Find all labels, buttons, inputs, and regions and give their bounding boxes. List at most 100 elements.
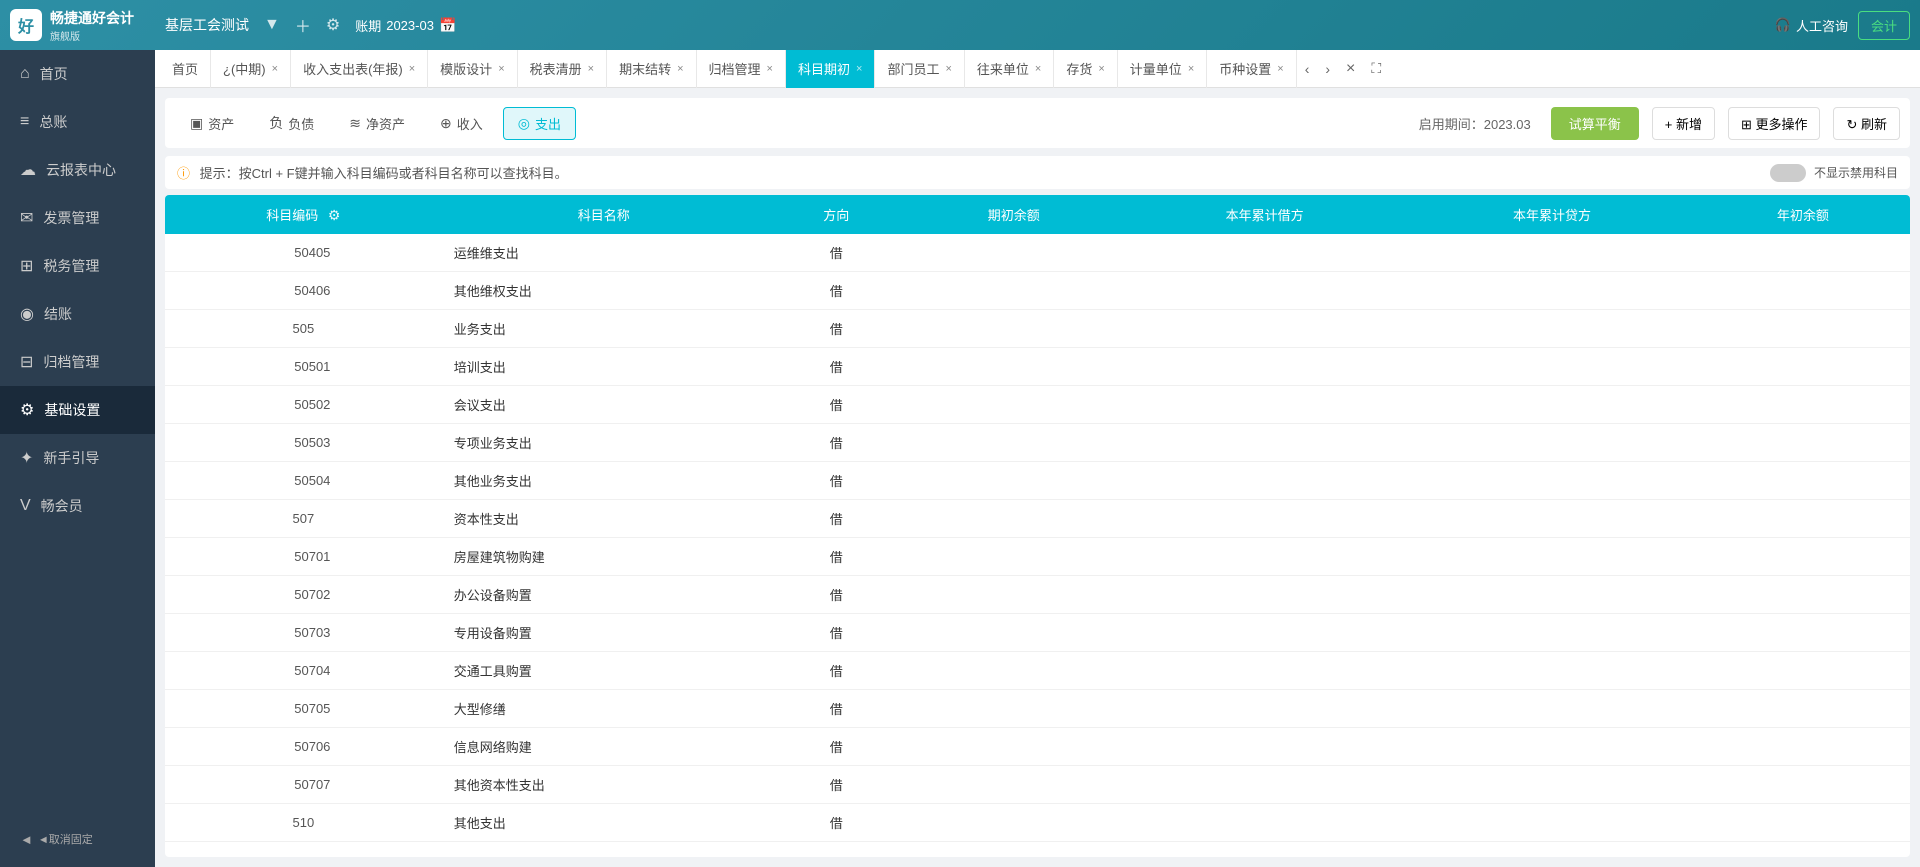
toggle-switch[interactable] <box>1770 164 1806 182</box>
tab-home-label: 首页 <box>172 59 198 78</box>
col-settings-icon[interactable]: ⚙ <box>328 207 341 223</box>
table-row[interactable]: 50502会议支出借 <box>165 386 1910 424</box>
sidebar-item-settings[interactable]: ⚙ 基础设置 <box>0 386 155 434</box>
tab-interim-close[interactable]: × <box>272 63 278 75</box>
tab-nav-next[interactable]: › <box>1317 50 1338 88</box>
settings-icon[interactable]: ⚙ <box>326 15 340 35</box>
sidebar-item-invoice[interactable]: ✉ 发票管理 <box>0 194 155 242</box>
cell-ytd-debit <box>1121 272 1408 310</box>
tab-subject-init-close[interactable]: × <box>856 63 862 75</box>
cell-direction: 借 <box>766 690 907 728</box>
sidebar: ⌂ 首页 ≡ 总账 ☁ 云报表中心 ✉ 发票管理 ⊞ 税务管理 ◉ 结账 ⊟ 归… <box>0 50 155 867</box>
logo-area: 好 畅捷通好会计 旗舰版 <box>10 8 165 43</box>
net-asset-icon: ≋ <box>349 115 361 132</box>
cell-ytd-credit <box>1408 728 1695 766</box>
toggle-disabled-subjects[interactable]: 不显示禁用科目 <box>1770 164 1898 182</box>
cat-tab-liability[interactable]: 负 负债 <box>254 106 329 140</box>
tab-inventory-close[interactable]: × <box>1098 63 1104 75</box>
tab-interim[interactable]: ¿(中期) × <box>211 50 291 88</box>
table-row[interactable]: 50503专项业务支出借 <box>165 424 1910 462</box>
tab-tax[interactable]: 税表清册 × <box>518 50 607 88</box>
table-row[interactable]: 50705大型修缮借 <box>165 690 1910 728</box>
sidebar-item-reports[interactable]: ☁ 云报表中心 <box>0 146 155 194</box>
table-row[interactable]: 507资本性支出借 <box>165 500 1910 538</box>
cell-ytd-credit <box>1408 804 1695 842</box>
sidebar-item-member[interactable]: V 畅会员 <box>0 482 155 530</box>
cell-ytd-credit <box>1408 538 1695 576</box>
tab-nav-prev[interactable]: ‹ <box>1297 50 1318 88</box>
table-row[interactable]: 50701房屋建筑物购建借 <box>165 538 1910 576</box>
tab-dept[interactable]: 部门员工 × <box>875 50 964 88</box>
refresh-button[interactable]: ↻ 刷新 <box>1833 107 1900 140</box>
tab-tax-close[interactable]: × <box>588 63 594 75</box>
cell-direction: 借 <box>766 500 907 538</box>
tab-currency[interactable]: 币种设置 × <box>1207 50 1296 88</box>
table-row[interactable]: 50707其他资本性支出借 <box>165 766 1910 804</box>
cell-direction: 借 <box>766 728 907 766</box>
tab-inventory[interactable]: 存货 × <box>1054 50 1117 88</box>
tab-counterparty-close[interactable]: × <box>1035 63 1041 75</box>
account-button[interactable]: 会计 <box>1858 11 1910 40</box>
tab-subject-init[interactable]: 科目期初 × <box>786 50 875 88</box>
tab-unit[interactable]: 计量单位 × <box>1118 50 1207 88</box>
table-row[interactable]: 50703专用设备购置借 <box>165 614 1910 652</box>
member-icon: V <box>20 497 31 515</box>
tab-unit-close[interactable]: × <box>1188 63 1194 75</box>
cell-opening-balance <box>907 766 1121 804</box>
tab-template-close[interactable]: × <box>498 63 504 75</box>
tab-close-all[interactable]: × <box>1338 50 1363 88</box>
consulting-button[interactable]: 🎧 人工咨询 <box>1775 16 1848 35</box>
tab-filing[interactable]: 归档管理 × <box>697 50 786 88</box>
cell-name: 其他业务支出 <box>442 462 766 500</box>
sidebar-item-archive[interactable]: ⊟ 归档管理 <box>0 338 155 386</box>
tab-annual-close[interactable]: × <box>409 63 415 75</box>
tab-annual-report[interactable]: 收入支出表(年报) × <box>291 50 428 88</box>
sidebar-item-close[interactable]: ◉ 结账 <box>0 290 155 338</box>
table-row[interactable]: 50504其他业务支出借 <box>165 462 1910 500</box>
cat-tab-asset[interactable]: ▣ 资产 <box>175 107 249 140</box>
sidebar-item-ledger[interactable]: ≡ 总账 <box>0 98 155 146</box>
table-row[interactable]: 50501培训支出借 <box>165 348 1910 386</box>
add-tab-icon[interactable]: ＋ <box>295 13 311 37</box>
add-button[interactable]: + 新增 <box>1652 107 1715 140</box>
tab-period-end[interactable]: 期末结转 × <box>607 50 696 88</box>
calculate-button[interactable]: 试算平衡 <box>1551 107 1639 140</box>
table-row[interactable]: 510其他支出借 <box>165 804 1910 842</box>
tab-counterparty[interactable]: 往来单位 × <box>965 50 1054 88</box>
sidebar-item-guide[interactable]: ✦ 新手引导 <box>0 434 155 482</box>
table-row[interactable]: 50704交通工具购置借 <box>165 652 1910 690</box>
tab-currency-close[interactable]: × <box>1277 63 1283 75</box>
cell-ytd-credit <box>1408 690 1695 728</box>
cell-direction: 借 <box>766 348 907 386</box>
table-row[interactable]: 50405运维维支出借 <box>165 234 1910 272</box>
calendar-icon[interactable]: 📅 <box>439 17 456 34</box>
cat-tab-net-asset[interactable]: ≋ 净资产 <box>334 107 420 140</box>
table-row[interactable]: 50706信息网络购建借 <box>165 728 1910 766</box>
account-period: 账期 2023-03 📅 <box>355 16 456 35</box>
cell-ytd-debit <box>1121 462 1408 500</box>
table-row[interactable]: 50406其他维权支出借 <box>165 272 1910 310</box>
cell-ytd-credit <box>1408 652 1695 690</box>
cell-ytd-credit <box>1408 500 1695 538</box>
sidebar-collapse[interactable]: ◄ ◄取消固定 <box>0 821 155 867</box>
more-button[interactable]: ⊞ 更多操作 <box>1728 107 1821 140</box>
col-code: 科目编码 ⚙ <box>165 195 442 234</box>
sidebar-item-home[interactable]: ⌂ 首页 <box>0 50 155 98</box>
sidebar-item-tax[interactable]: ⊞ 税务管理 <box>0 242 155 290</box>
cat-tab-income[interactable]: ⊕ 收入 <box>425 107 498 140</box>
tab-dept-close[interactable]: × <box>945 63 951 75</box>
tab-period-end-close[interactable]: × <box>677 63 683 75</box>
tab-home[interactable]: 首页 <box>160 50 211 88</box>
cell-opening-balance <box>907 576 1121 614</box>
tab-expand[interactable]: ⛶ <box>1363 50 1389 88</box>
tab-filing-close[interactable]: × <box>767 63 773 75</box>
cell-name: 培训支出 <box>442 348 766 386</box>
cell-year-opening <box>1696 804 1910 842</box>
cell-name: 专用设备购置 <box>442 614 766 652</box>
table-row[interactable]: 505业务支出借 <box>165 310 1910 348</box>
cat-tab-expense[interactable]: ◎ 支出 <box>503 107 576 140</box>
tab-template[interactable]: 模版设计 × <box>428 50 517 88</box>
table-row[interactable]: 50702办公设备购置借 <box>165 576 1910 614</box>
cat-tab-asset-label: 资产 <box>208 114 234 133</box>
dropdown-icon[interactable]: ▼ <box>264 16 280 34</box>
